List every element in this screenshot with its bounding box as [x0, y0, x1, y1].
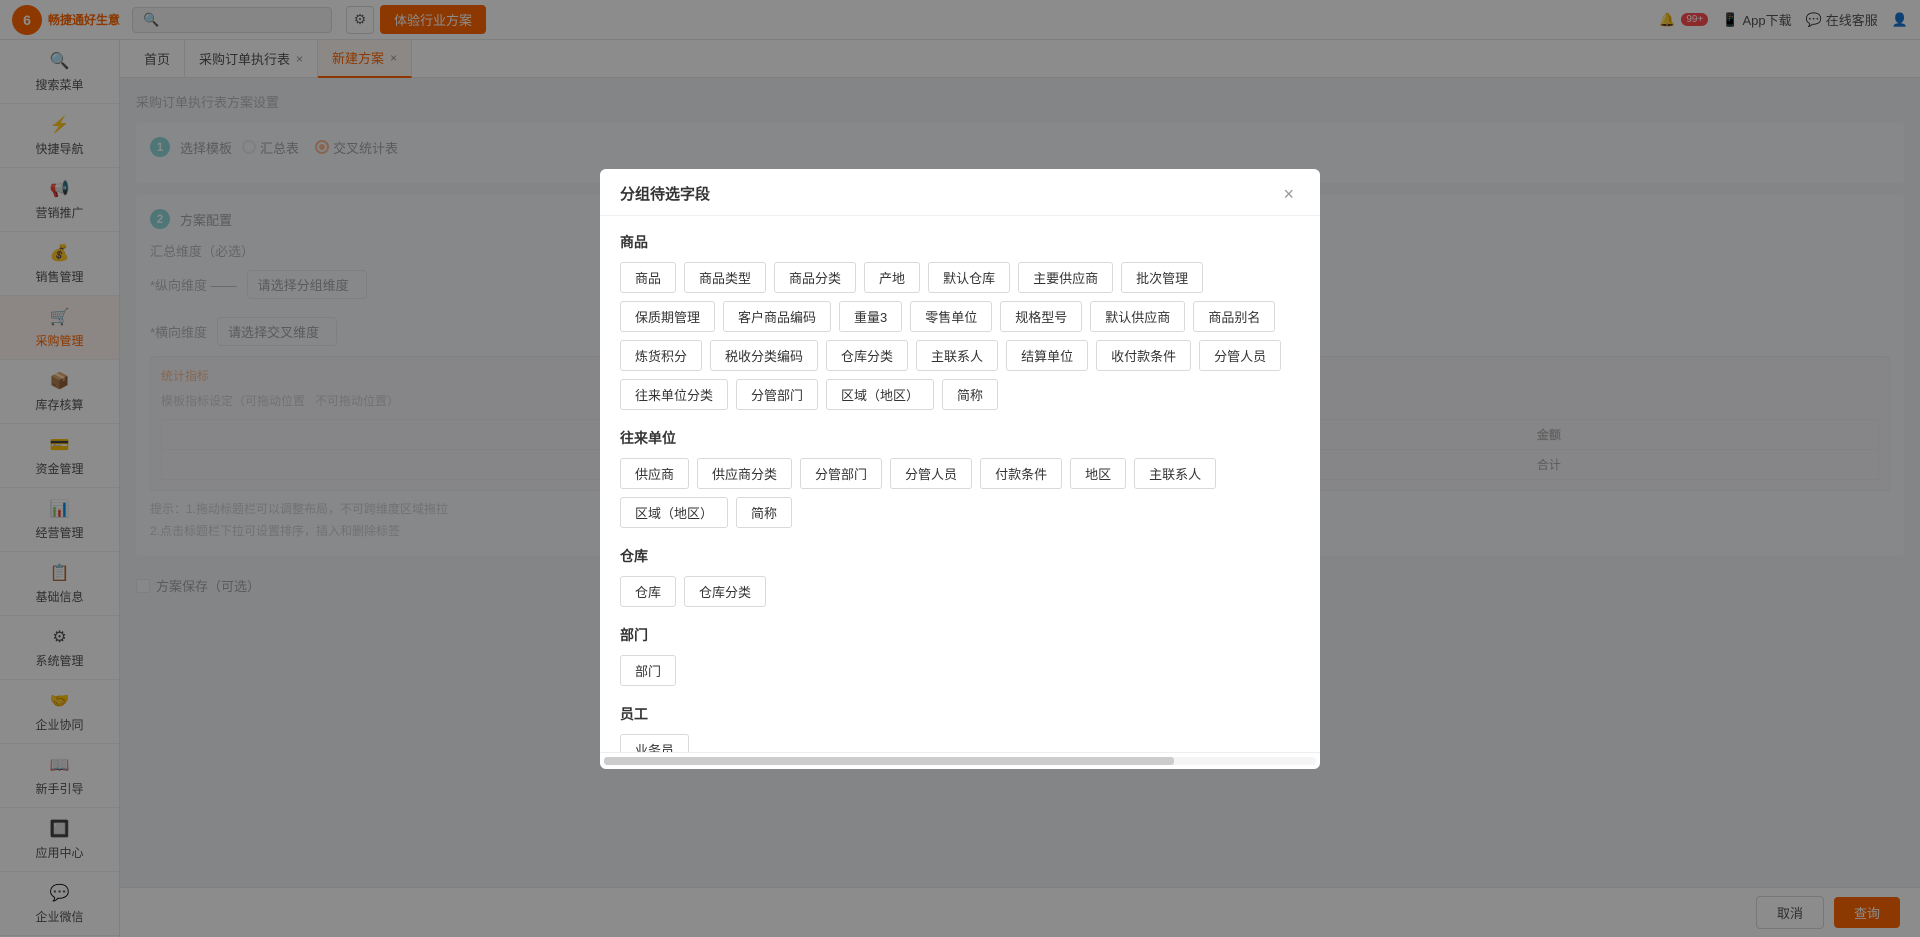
tag-main-contact[interactable]: 主联系人 [916, 340, 998, 371]
tag-pay-terms[interactable]: 付款条件 [980, 458, 1062, 489]
tag-manage-dept[interactable]: 分管部门 [736, 379, 818, 410]
modal: 分组待选字段 × 商品 商品 商品类型 商品分类 产地 默认仓库 主要供应商 批… [600, 169, 1320, 769]
tag-region1[interactable]: 区域（地区） [826, 379, 934, 410]
tag-product-alias[interactable]: 商品别名 [1193, 301, 1275, 332]
tag-dept[interactable]: 部门 [620, 655, 676, 686]
tag-partner-category[interactable]: 往来单位分类 [620, 379, 728, 410]
modal-header: 分组待选字段 × [600, 169, 1320, 216]
tag-area[interactable]: 地区 [1070, 458, 1126, 489]
tag-manager2[interactable]: 分管人员 [890, 458, 972, 489]
tag-warehouse-cat[interactable]: 仓库分类 [684, 576, 766, 607]
tag-manage-dept2[interactable]: 分管部门 [800, 458, 882, 489]
tag-weight3[interactable]: 重量3 [839, 301, 902, 332]
tag-salesperson[interactable]: 业务员 [620, 734, 689, 752]
tag-main-supplier[interactable]: 主要供应商 [1018, 262, 1113, 293]
main-area: 首页 采购订单执行表 × 新建方案 × 采购订单执行表方案设置 1 选择模板 汇… [120, 40, 1920, 937]
tag-product[interactable]: 商品 [620, 262, 676, 293]
tag-abbr2[interactable]: 简称 [736, 497, 792, 528]
tag-product-category[interactable]: 商品分类 [774, 262, 856, 293]
field-tags-warehouse: 仓库 仓库分类 [620, 576, 1300, 607]
field-group-partner-title: 往来单位 [620, 428, 1300, 448]
field-group-product-title: 商品 [620, 232, 1300, 252]
tag-abbr1[interactable]: 简称 [942, 379, 998, 410]
field-group-employee: 员工 业务员 [620, 704, 1300, 752]
field-group-product: 商品 商品 商品类型 商品分类 产地 默认仓库 主要供应商 批次管理 保质期管理… [620, 232, 1300, 410]
tag-customer-code[interactable]: 客户商品编码 [723, 301, 831, 332]
tag-settlement-unit[interactable]: 结算单位 [1006, 340, 1088, 371]
modal-body[interactable]: 商品 商品 商品类型 商品分类 产地 默认仓库 主要供应商 批次管理 保质期管理… [600, 216, 1320, 752]
tag-manager[interactable]: 分管人员 [1199, 340, 1281, 371]
field-group-partner: 往来单位 供应商 供应商分类 分管部门 分管人员 付款条件 地区 主联系人 区域… [620, 428, 1300, 528]
modal-title: 分组待选字段 [620, 183, 710, 204]
field-tags-dept: 部门 [620, 655, 1300, 686]
field-group-employee-title: 员工 [620, 704, 1300, 724]
tag-region2[interactable]: 区域（地区） [620, 497, 728, 528]
modal-h-scrollbar-thumb [604, 757, 1174, 765]
tag-supplier-category[interactable]: 供应商分类 [697, 458, 792, 489]
field-group-dept-title: 部门 [620, 625, 1300, 645]
field-group-warehouse: 仓库 仓库 仓库分类 [620, 546, 1300, 607]
tag-tax-code[interactable]: 税收分类编码 [710, 340, 818, 371]
field-group-dept: 部门 部门 [620, 625, 1300, 686]
tag-quality-period[interactable]: 保质期管理 [620, 301, 715, 332]
tag-main-contact2[interactable]: 主联系人 [1134, 458, 1216, 489]
field-tags-partner: 供应商 供应商分类 分管部门 分管人员 付款条件 地区 主联系人 区域（地区） … [620, 458, 1300, 528]
field-tags-product: 商品 商品类型 商品分类 产地 默认仓库 主要供应商 批次管理 保质期管理 客户… [620, 262, 1300, 410]
tag-payment-terms[interactable]: 收付款条件 [1096, 340, 1191, 371]
tag-warehouse[interactable]: 仓库 [620, 576, 676, 607]
tag-warehouse-category[interactable]: 仓库分类 [826, 340, 908, 371]
modal-overlay: 分组待选字段 × 商品 商品 商品类型 商品分类 产地 默认仓库 主要供应商 批… [0, 0, 1920, 937]
field-tags-employee: 业务员 [620, 734, 1300, 752]
tag-default-supplier[interactable]: 默认供应商 [1090, 301, 1185, 332]
tag-origin[interactable]: 产地 [864, 262, 920, 293]
modal-close-btn[interactable]: × [1277, 183, 1300, 205]
field-group-warehouse-title: 仓库 [620, 546, 1300, 566]
tag-retail-unit[interactable]: 零售单位 [910, 301, 992, 332]
tag-supplier[interactable]: 供应商 [620, 458, 689, 489]
tag-spec-model[interactable]: 规格型号 [1000, 301, 1082, 332]
tag-default-warehouse[interactable]: 默认仓库 [928, 262, 1010, 293]
tag-batch[interactable]: 批次管理 [1121, 262, 1203, 293]
tag-smelt-points[interactable]: 炼货积分 [620, 340, 702, 371]
tag-product-type[interactable]: 商品类型 [684, 262, 766, 293]
modal-h-scrollbar[interactable] [604, 757, 1316, 765]
modal-scrollbar-area [600, 752, 1320, 769]
